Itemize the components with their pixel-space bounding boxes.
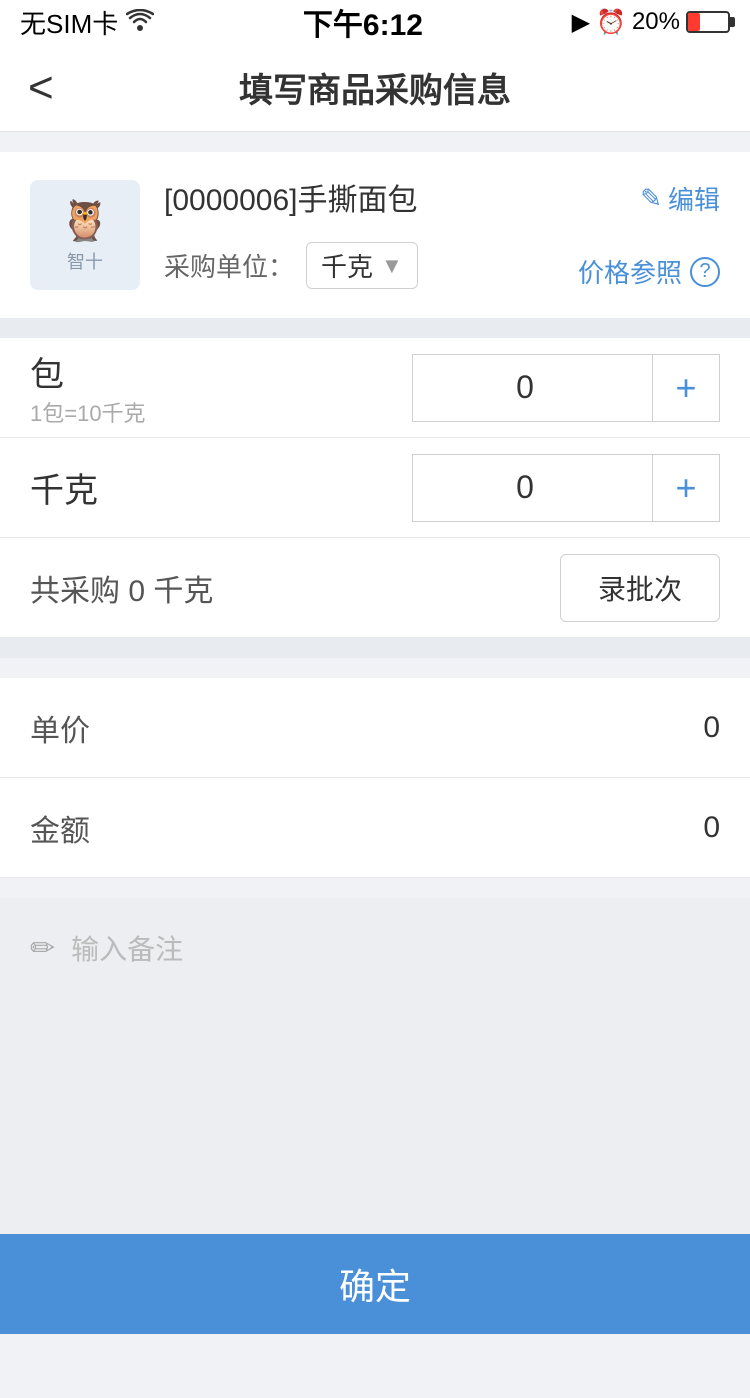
kg-label-container: 千克 <box>30 463 130 512</box>
status-bar: 无SIM卡 下午6:12 ▶ ⏰ 20% <box>0 0 750 44</box>
product-image: 🦉 智十 <box>30 180 140 290</box>
status-right: ▶ ⏰ 20% <box>572 8 730 37</box>
kg-plus-button[interactable]: + <box>652 454 720 522</box>
product-image-icon: 🦉 <box>60 197 110 244</box>
battery-icon <box>686 11 730 33</box>
bag-label: 包 <box>30 347 146 396</box>
price-ref-help-icon: ? <box>690 257 720 287</box>
kg-input-control: + <box>130 454 720 522</box>
bag-plus-button[interactable]: + <box>652 354 720 422</box>
total-purchase-text: 共采购 0 千克 <box>30 566 213 610</box>
remarks-placeholder: 输入备注 <box>71 928 183 968</box>
page-title: 填写商品采购信息 <box>239 63 511 112</box>
status-time: 下午6:12 <box>303 0 423 44</box>
unit-price-row: 单价 0 <box>0 678 750 778</box>
amount-row: 金额 0 <box>0 778 750 878</box>
bag-label-container: 包 1包=10千克 <box>30 347 146 428</box>
divider-2 <box>0 638 750 658</box>
divider-1 <box>0 318 750 338</box>
unit-price-label: 单价 <box>30 706 90 750</box>
nav-bar: < 填写商品采购信息 <box>0 44 750 132</box>
back-button[interactable]: < <box>28 63 54 113</box>
remarks-section[interactable]: ✏ 输入备注 <box>0 898 750 998</box>
edit-icon: ✎ <box>640 183 662 214</box>
unit-price-value: 0 <box>703 711 720 745</box>
input-section: 包 1包=10千克 + 千克 + 共采购 0 千克 录批次 <box>0 338 750 638</box>
edit-button[interactable]: ✎ 编辑 <box>640 180 720 217</box>
price-section: 单价 0 金额 0 <box>0 678 750 878</box>
carrier-text: 无SIM卡 <box>20 4 118 41</box>
bag-sub-label: 1包=10千克 <box>30 396 146 428</box>
record-batch-button[interactable]: 录批次 <box>560 554 720 622</box>
summary-row: 共采购 0 千克 录批次 <box>0 538 750 638</box>
kg-label: 千克 <box>30 463 130 512</box>
price-ref-button[interactable]: 价格参照 ? <box>578 253 720 290</box>
price-ref-label: 价格参照 <box>578 253 682 290</box>
main-content: 🦉 智十 [0000006]手撕面包 采购单位： 千克 ▼ ✎ 编辑 价格参照 … <box>0 152 750 1398</box>
bag-input-control: + <box>146 354 720 422</box>
kg-quantity-input[interactable] <box>412 454 652 522</box>
pencil-icon: ✏ <box>30 931 55 966</box>
amount-value: 0 <box>703 811 720 845</box>
bag-quantity-input[interactable] <box>412 354 652 422</box>
amount-label: 金额 <box>30 806 90 850</box>
kg-input-row: 千克 + <box>0 438 750 538</box>
unit-selector[interactable]: 千克 ▼ <box>306 242 418 289</box>
product-image-brand: 智十 <box>67 248 103 274</box>
product-name: [0000006]手撕面包 <box>164 180 720 222</box>
status-left: 无SIM卡 <box>20 4 154 41</box>
unit-label: 采购单位： <box>164 247 294 284</box>
unit-dropdown-icon: ▼ <box>381 253 403 279</box>
bag-input-row: 包 1包=10千克 + <box>0 338 750 438</box>
alarm-icon: ⏰ <box>596 8 626 37</box>
location-icon: ▶ <box>572 8 590 37</box>
confirm-button[interactable]: 确定 <box>0 1258 750 1310</box>
battery-percent: 20% <box>632 8 680 36</box>
confirm-section: 确定 <box>0 1234 750 1334</box>
unit-value: 千克 <box>321 247 373 284</box>
product-card: 🦉 智十 [0000006]手撕面包 采购单位： 千克 ▼ ✎ 编辑 价格参照 … <box>0 152 750 318</box>
edit-label: 编辑 <box>668 180 720 217</box>
wifi-icon <box>126 7 154 38</box>
